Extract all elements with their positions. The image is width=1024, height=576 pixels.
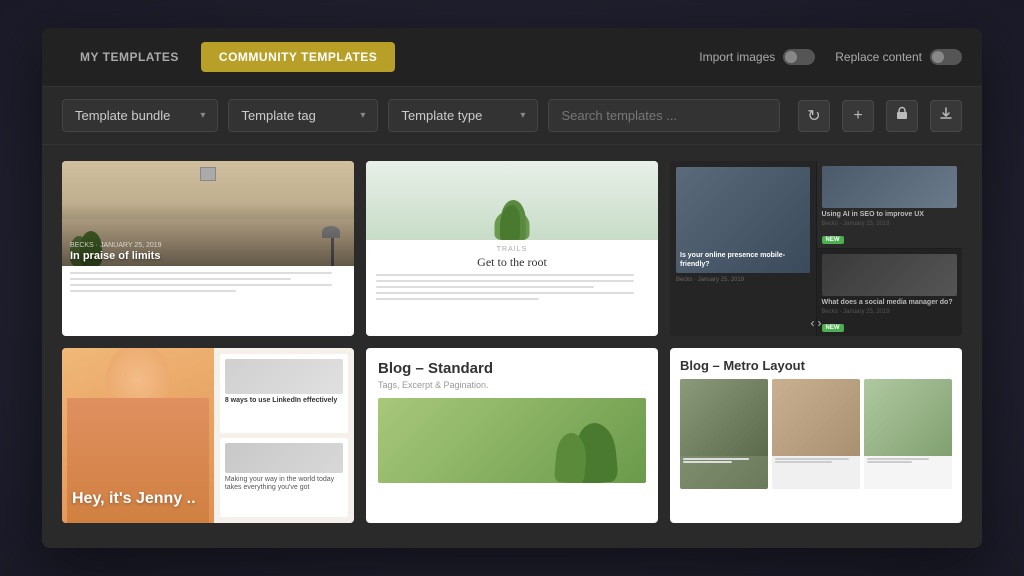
card-1-title: In praise of limits <box>70 250 346 262</box>
chevron-down-icon: ▾ <box>200 110 205 121</box>
card-4-title: Hey, it's Jenny .. <box>72 490 196 508</box>
action-icons: ↻ + <box>798 100 962 132</box>
replace-content-toggle[interactable] <box>930 49 962 65</box>
template-card-1[interactable]: BECKS · JANUARY 25, 2019 In praise of li… <box>62 161 354 336</box>
template-type-dropdown[interactable]: Template type ▾ <box>388 99 538 132</box>
card-3-item-1-title: Using AI in SEO to improve UX <box>822 211 958 219</box>
card-6-thumb-1 <box>772 379 860 489</box>
card-6-thumb-0 <box>680 379 768 489</box>
refresh-icon: ↻ <box>807 106 820 126</box>
template-card-3[interactable]: Is your online presence mobile-friendly?… <box>670 161 962 336</box>
card-6-title: Blog – Metro Layout <box>680 358 952 373</box>
top-bar: MY TEMPLATES COMMUNITY TEMPLATES Import … <box>42 28 982 87</box>
card-3-item-1-meta: Becks · January 25, 2019 <box>822 221 958 227</box>
card-5-title: Blog – Standard <box>378 360 646 377</box>
card-5-subtitle: Tags, Excerpt & Pagination. <box>378 380 646 390</box>
card-4-post-0: 8 ways to use LinkedIn effectively <box>225 397 343 405</box>
save-button[interactable] <box>886 100 918 132</box>
card-3-item-0-meta: Becks · January 25, 2019 <box>676 277 810 283</box>
template-card-5[interactable]: Blog – Standard Tags, Excerpt & Paginati… <box>366 348 658 523</box>
tab-community-templates[interactable]: COMMUNITY TEMPLATES <box>201 42 395 72</box>
replace-content-toggle-group: Replace content <box>835 49 962 65</box>
template-tag-dropdown[interactable]: Template tag ▾ <box>228 99 378 132</box>
chevron-down-icon-3: ▾ <box>520 110 525 121</box>
card-2-title: Get to the root <box>376 255 648 270</box>
plus-icon: + <box>853 107 862 125</box>
content-area: BECKS · JANUARY 25, 2019 In praise of li… <box>42 145 982 548</box>
filter-bar: Template bundle ▾ Template tag ▾ Templat… <box>42 87 982 145</box>
template-card-2[interactable]: TRAILS Get to the root <box>366 161 658 336</box>
next-arrow-icon[interactable]: › <box>818 316 822 330</box>
template-card-4[interactable]: Hey, it's Jenny .. 8 ways to use LinkedI… <box>62 348 354 523</box>
card-2-tag: TRAILS <box>376 246 648 253</box>
download-button[interactable] <box>930 100 962 132</box>
card-3-item-0-title: Is your online presence mobile-friendly? <box>680 252 810 269</box>
import-images-label: Import images <box>699 50 775 64</box>
template-card-6[interactable]: Blog – Metro Layout <box>670 348 962 523</box>
import-images-toggle[interactable] <box>783 49 815 65</box>
card-3-item-2-meta: Becks · January 25, 2019 <box>822 309 958 315</box>
download-icon <box>939 106 953 125</box>
add-button[interactable]: + <box>842 100 874 132</box>
prev-arrow-icon[interactable]: ‹ <box>811 316 815 330</box>
replace-content-label: Replace content <box>835 50 922 64</box>
card-4-post-1: Making your way in the world today takes… <box>225 476 343 493</box>
tab-group: MY TEMPLATES COMMUNITY TEMPLATES <box>62 42 395 72</box>
toggle-knob <box>785 51 797 63</box>
chevron-down-icon-2: ▾ <box>360 110 365 121</box>
card-1-meta: BECKS · JANUARY 25, 2019 <box>70 242 346 249</box>
refresh-button[interactable]: ↻ <box>798 100 830 132</box>
template-bundle-dropdown[interactable]: Template bundle ▾ <box>62 99 218 132</box>
search-input[interactable] <box>561 108 767 123</box>
template-grid: BECKS · JANUARY 25, 2019 In praise of li… <box>62 161 962 523</box>
tab-my-templates[interactable]: MY TEMPLATES <box>62 42 197 72</box>
toggle-knob-2 <box>932 51 944 63</box>
top-right-controls: Import images Replace content <box>699 49 962 65</box>
card-3-item-2-title: What does a social media manager do? <box>822 299 958 307</box>
import-images-toggle-group: Import images <box>699 49 815 65</box>
search-box[interactable] <box>548 99 780 132</box>
card-3-badge-new-1: NEW <box>822 236 844 244</box>
lock-icon <box>895 106 909 125</box>
card-6-thumb-2 <box>864 379 952 489</box>
